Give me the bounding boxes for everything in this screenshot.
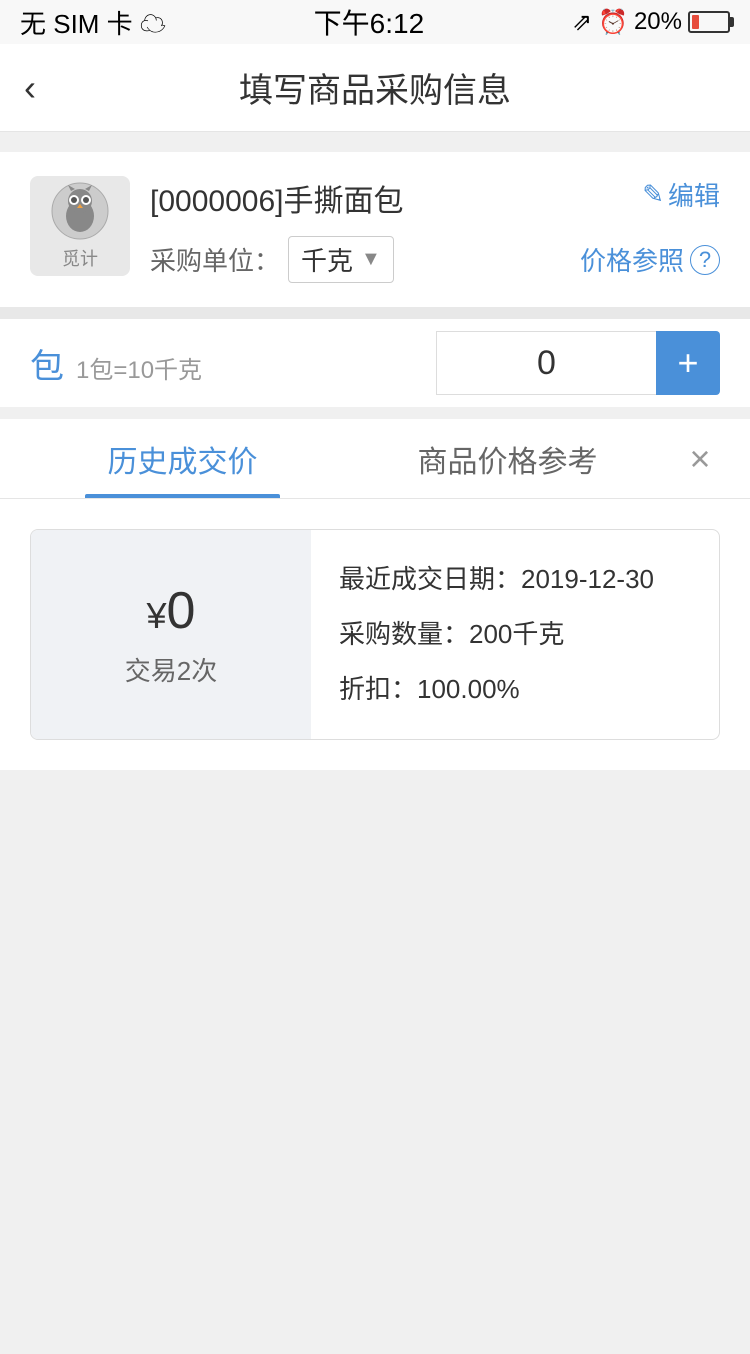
- tab-history-price-label: 历史成交价: [108, 437, 258, 481]
- purchase-qty-item: 采购数量：200千克: [339, 615, 691, 654]
- recent-date-label: 最近成交日期：: [339, 564, 521, 594]
- quantity-row: 包 1包=10千克 0 +: [0, 319, 750, 407]
- unit-big-label: 包: [30, 339, 64, 388]
- recent-date-value: 2019-12-30: [521, 564, 654, 594]
- history-card-right: 最近成交日期：2019-12-30 采购数量：200千克 折扣：100.00%: [311, 530, 719, 739]
- alarm-icon: ⏰: [598, 8, 628, 37]
- product-unit-row: 采购单位： 千克 ▼ 价格参照 ?: [150, 236, 720, 283]
- dropdown-arrow-icon: ▼: [361, 248, 381, 271]
- recent-date-item: 最近成交日期：2019-12-30: [339, 560, 691, 599]
- edit-icon: ✎: [642, 179, 664, 210]
- price-ref-button[interactable]: 价格参照 ?: [580, 241, 720, 278]
- status-right: ⇗ ⏰ 20%: [572, 8, 730, 37]
- unit-conversion-label: 1包=10千克: [76, 350, 202, 385]
- product-card: 觅计 [0000006]手撕面包 ✎ 编辑 采购单位： 千克 ▼: [0, 152, 750, 307]
- page-title: 填写商品采购信息: [239, 63, 511, 112]
- main-content: 觅计 [0000006]手撕面包 ✎ 编辑 采购单位： 千克 ▼: [0, 152, 750, 1354]
- location-icon: ⇗: [572, 8, 592, 37]
- edit-label: 编辑: [668, 176, 720, 213]
- product-image-placeholder: [50, 181, 110, 241]
- tabs-header: 历史成交价 商品价格参考 ×: [0, 419, 750, 499]
- quantity-plus-button[interactable]: +: [656, 331, 720, 395]
- nav-bar: ‹ 填写商品采购信息: [0, 44, 750, 132]
- tab-price-reference[interactable]: 商品价格参考: [345, 419, 670, 498]
- status-left: 无 SIM 卡 ☁: [20, 4, 166, 41]
- tab-content-history: ¥0 交易2次 最近成交日期：2019-12-30 采购数量：200千克 折扣：…: [0, 499, 750, 770]
- product-title-row: [0000006]手撕面包 ✎ 编辑: [150, 176, 720, 220]
- sim-label: 无 SIM 卡 ☁: [20, 4, 166, 41]
- back-button[interactable]: ‹: [24, 67, 36, 109]
- tab-close-button[interactable]: ×: [670, 429, 730, 489]
- purchase-qty-value: 200千克: [469, 619, 564, 649]
- product-name: [0000006]手撕面包: [150, 176, 403, 220]
- discount-item: 折扣：100.00%: [339, 670, 691, 709]
- tab-price-reference-label: 商品价格参考: [418, 437, 598, 481]
- history-price: ¥0: [147, 581, 196, 641]
- quantity-input-group: 0 +: [436, 331, 720, 395]
- tabs-container: 历史成交价 商品价格参考 × ¥0 交易2次 最近成交日期：2019-12-3: [0, 419, 750, 770]
- quantity-display[interactable]: 0: [436, 331, 656, 395]
- edit-button[interactable]: ✎ 编辑: [642, 176, 720, 213]
- discount-label: 折扣：: [339, 674, 417, 704]
- history-card: ¥0 交易2次 最近成交日期：2019-12-30 采购数量：200千克 折扣：…: [30, 529, 720, 740]
- price-value: 0: [167, 582, 196, 640]
- price-symbol: ¥: [147, 595, 167, 636]
- discount-value: 100.00%: [417, 674, 520, 704]
- battery-percent: 20%: [634, 8, 682, 36]
- battery-icon: [688, 11, 730, 33]
- history-card-left: ¥0 交易2次: [31, 530, 311, 739]
- product-info: [0000006]手撕面包 ✎ 编辑 采购单位： 千克 ▼ 价格参照 ?: [150, 176, 720, 283]
- status-time: 下午6:12: [314, 2, 425, 42]
- unit-selector[interactable]: 千克 ▼: [288, 236, 394, 283]
- quantity-unit-info: 包 1包=10千克: [30, 339, 202, 388]
- section-divider: [0, 307, 750, 319]
- trade-count: 交易2次: [125, 651, 217, 688]
- unit-value: 千克: [301, 241, 353, 278]
- tab-history-price[interactable]: 历史成交价: [20, 419, 345, 498]
- product-brand-label: 觅计: [62, 245, 98, 271]
- info-icon: ?: [690, 245, 720, 275]
- tab-underline: [85, 494, 280, 498]
- product-thumbnail: 觅计: [30, 176, 130, 276]
- unit-label-text: 采购单位：: [150, 241, 280, 278]
- purchase-qty-label: 采购数量：: [339, 619, 469, 649]
- battery-fill: [692, 15, 699, 29]
- status-bar: 无 SIM 卡 ☁ 下午6:12 ⇗ ⏰ 20%: [0, 0, 750, 44]
- unit-label: 采购单位： 千克 ▼: [150, 236, 394, 283]
- price-ref-label: 价格参照: [580, 241, 684, 278]
